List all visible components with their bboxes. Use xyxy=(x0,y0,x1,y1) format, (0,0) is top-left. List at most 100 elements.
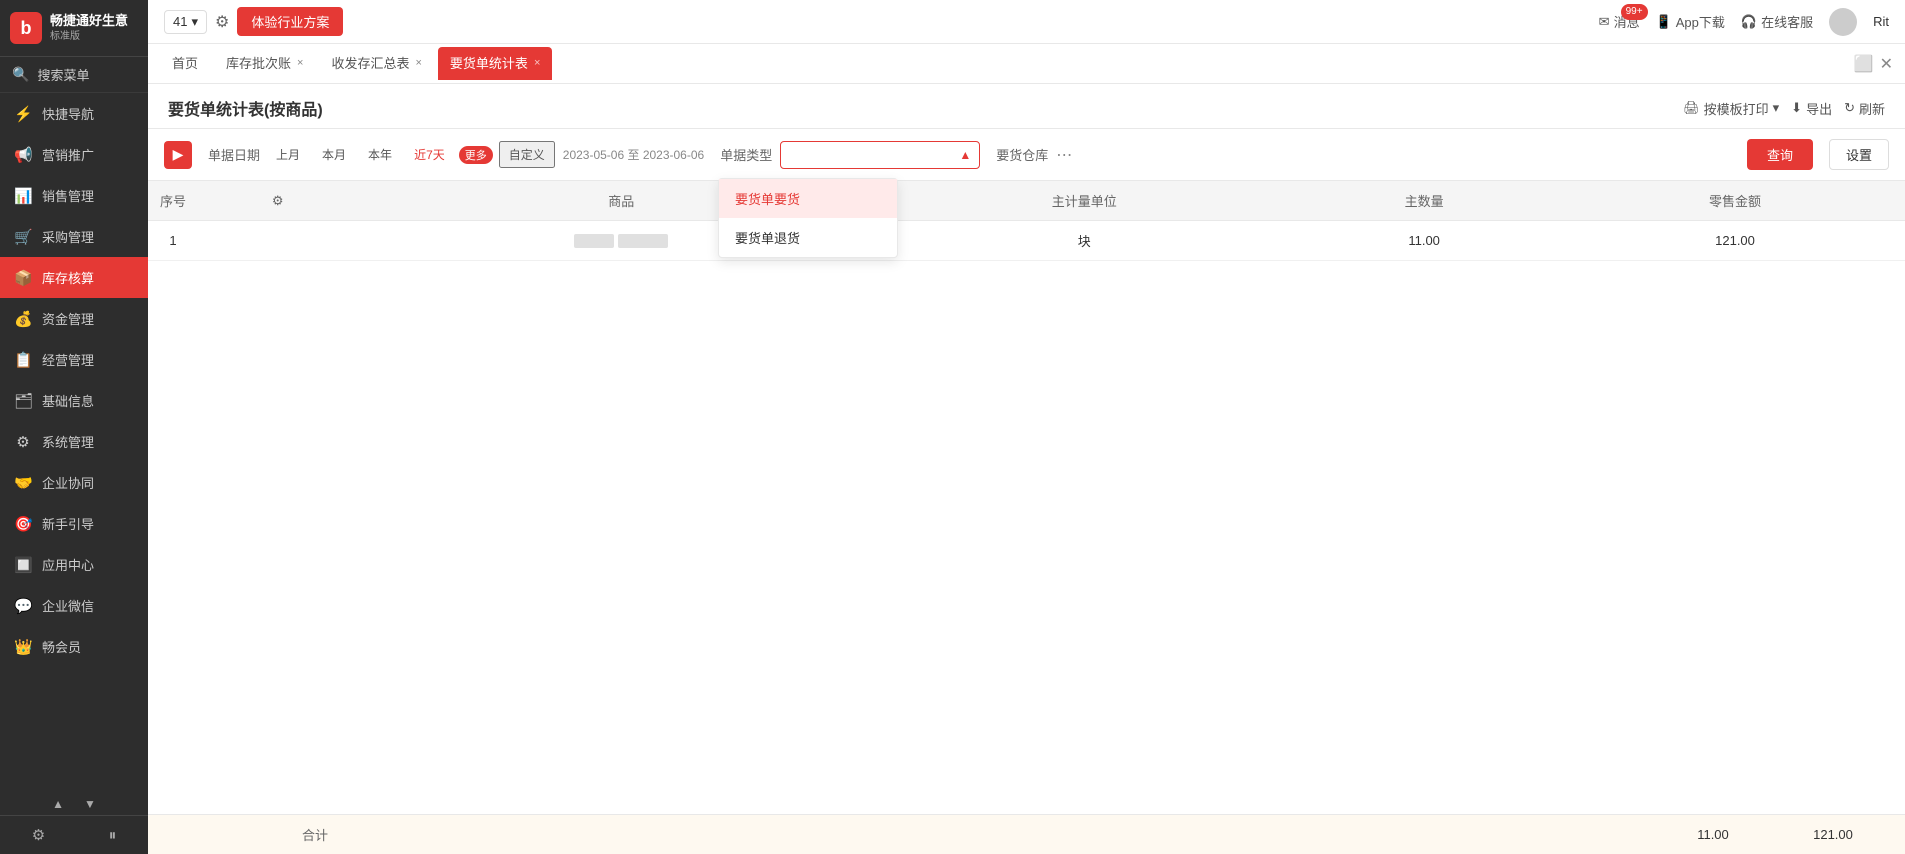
type-filter-group: 单据类型 ▲ xyxy=(720,141,980,169)
tab-home[interactable]: 首页 xyxy=(160,47,210,80)
tab-inventory-batch[interactable]: 库存批次账 × xyxy=(214,47,315,80)
sidebar-item-label: 营销推广 xyxy=(42,145,94,164)
refresh-btn[interactable]: ↻ 刷新 xyxy=(1844,99,1885,118)
date-btn-near7days[interactable]: 近7天 xyxy=(406,143,453,166)
export-btn[interactable]: ⬇ 导出 xyxy=(1791,99,1832,118)
tab-collect-summary[interactable]: 收发存汇总表 × xyxy=(319,47,433,80)
dropdown-item-order-return[interactable]: 要货单退货 xyxy=(719,218,897,257)
table-wrapper: 序号 ⚙ 商品 主计量单位 主数量 零售金额 1 xyxy=(148,181,1905,814)
product-placeholder-1 xyxy=(574,234,614,248)
product-placeholder-2 xyxy=(618,234,668,248)
basic-icon: 🗂 xyxy=(14,392,32,410)
footer-label: 合计 xyxy=(290,825,340,844)
expand-icon: ▶ xyxy=(173,146,184,163)
search-menu[interactable]: 🔍 搜索菜单 xyxy=(0,57,148,93)
msg-icon: ✉ xyxy=(1599,14,1610,30)
warehouse-more-icon[interactable]: ⋯ xyxy=(1056,145,1072,165)
sidebar-item-cooperation[interactable]: 🤝 企业协同 xyxy=(0,462,148,503)
msg-badge: 99+ xyxy=(1621,4,1648,20)
sidebar-item-label: 应用中心 xyxy=(42,555,94,574)
store-selector[interactable]: 41 ▾ xyxy=(164,10,207,34)
user-avatar[interactable] xyxy=(1829,8,1857,36)
sidebar-item-label: 快捷导航 xyxy=(42,104,94,123)
tabs-close-all-icon[interactable]: ✕ xyxy=(1880,54,1893,74)
date-btn-this-month[interactable]: 本月 xyxy=(314,143,354,166)
sidebar-scroll-down[interactable]: ▼ xyxy=(84,797,96,811)
print-btn[interactable]: 🖨 按模板打印 ▾ xyxy=(1683,99,1779,118)
date-btn-this-year[interactable]: 本年 xyxy=(360,143,400,166)
sidebar-item-member[interactable]: 👑 畅会员 xyxy=(0,626,148,667)
sidebar-item-label: 采购管理 xyxy=(42,227,94,246)
filter-expand-btn[interactable]: ▶ xyxy=(164,141,192,169)
export-icon: ⬇ xyxy=(1791,100,1802,116)
sidebar-item-quick-nav[interactable]: ⚡ 快捷导航 xyxy=(0,93,148,134)
sidebar-item-label: 畅会员 xyxy=(42,637,81,656)
page-content: 要货单统计表(按商品) 🖨 按模板打印 ▾ ⬇ 导出 ↻ 刷新 xyxy=(148,84,1905,854)
type-select-value xyxy=(789,146,951,164)
sidebar-item-label: 基础信息 xyxy=(42,391,94,410)
app-download-btn[interactable]: 📱 App下载 xyxy=(1656,12,1725,31)
col-gear[interactable]: ⚙ xyxy=(198,181,357,221)
trial-btn[interactable]: 体验行业方案 xyxy=(237,7,343,36)
type-select-input[interactable]: ▲ xyxy=(780,141,980,169)
sidebar-item-system[interactable]: ⚙ 系统管理 xyxy=(0,421,148,462)
app-logo-text: 畅捷通好生意 标准版 xyxy=(50,13,128,43)
sidebar-item-marketing[interactable]: 📢 营销推广 xyxy=(0,134,148,175)
tab-collect-summary-close[interactable]: × xyxy=(415,57,421,69)
date-more-badge[interactable]: 更多 xyxy=(459,146,493,164)
sidebar: b 畅捷通好生意 标准版 🔍 搜索菜单 ⚡ 快捷导航 📢 营销推广 📊 销售管理… xyxy=(0,0,148,854)
col-unit: 主计量单位 xyxy=(885,181,1283,221)
date-filter-group: 单据日期 上月 本月 本年 近7天 更多 自定义 2023-05-06 至 20… xyxy=(208,141,704,168)
sidebar-item-apps[interactable]: 🔲 应用中心 xyxy=(0,544,148,585)
phone-icon: 📱 xyxy=(1656,14,1672,30)
type-select[interactable]: ▲ xyxy=(780,141,980,169)
sidebar-item-wechat[interactable]: 💬 企业微信 xyxy=(0,585,148,626)
service-label: 在线客服 xyxy=(1761,12,1813,31)
tab-inventory-batch-close[interactable]: × xyxy=(297,57,303,69)
tabs-maximize-icon[interactable]: ⬜ xyxy=(1854,54,1874,74)
print-chevron-icon: ▾ xyxy=(1773,100,1780,116)
sidebar-item-label: 经营管理 xyxy=(42,350,94,369)
sidebar-item-inventory[interactable]: 📦 库存核算 xyxy=(0,257,148,298)
inventory-icon: 📦 xyxy=(14,269,32,287)
sidebar-item-basic[interactable]: 🗂 基础信息 xyxy=(0,380,148,421)
system-icon: ⚙ xyxy=(14,433,32,451)
main-area: 41 ▾ ⚙ 体验行业方案 ✉ 消息 99+ 📱 App下载 🎧 在线客服 Ri… xyxy=(148,0,1905,854)
sidebar-item-finance[interactable]: 💰 资金管理 xyxy=(0,298,148,339)
sidebar-nav: ⚡ 快捷导航 📢 营销推广 📊 销售管理 🛒 采购管理 📦 库存核算 💰 资金管… xyxy=(0,93,148,793)
app-label: App下载 xyxy=(1676,12,1725,31)
tab-order-stats-close[interactable]: × xyxy=(534,57,540,69)
sidebar-item-operation[interactable]: 📋 经营管理 xyxy=(0,339,148,380)
date-btn-custom[interactable]: 自定义 xyxy=(499,141,555,168)
headset-icon: 🎧 xyxy=(1741,14,1757,30)
app-title: 畅捷通好生意 xyxy=(50,13,128,30)
sidebar-collapse-btn[interactable]: ⏸ xyxy=(109,827,117,844)
service-btn[interactable]: 🎧 在线客服 xyxy=(1741,12,1813,31)
date-range-display: 2023-05-06 至 2023-06-06 xyxy=(563,146,704,163)
dropdown-item-order-purchase[interactable]: 要货单要货 xyxy=(719,179,897,218)
tab-order-stats[interactable]: 要货单统计表 × xyxy=(438,47,552,80)
tab-order-stats-label: 要货单统计表 xyxy=(450,53,528,72)
sales-icon: 📊 xyxy=(14,187,32,205)
col-seq: 序号 xyxy=(148,181,198,221)
type-select-arrow-up: ▲ xyxy=(959,148,971,162)
col-amount: 零售金额 xyxy=(1565,181,1905,221)
wechat-icon: 💬 xyxy=(14,597,32,615)
query-btn[interactable]: 查询 xyxy=(1747,139,1813,170)
search-icon: 🔍 xyxy=(12,66,29,83)
sidebar-item-purchase[interactable]: 🛒 采购管理 xyxy=(0,216,148,257)
tab-collect-summary-label: 收发存汇总表 xyxy=(331,53,409,72)
date-btn-last-month[interactable]: 上月 xyxy=(268,143,308,166)
msg-btn[interactable]: ✉ 消息 99+ xyxy=(1599,12,1640,31)
purchase-icon: 🛒 xyxy=(14,228,32,246)
sidebar-scroll-up[interactable]: ▲ xyxy=(52,797,64,811)
store-num: 41 xyxy=(173,14,187,29)
chevron-down-icon: ▾ xyxy=(191,14,198,30)
topbar-gear-icon[interactable]: ⚙ xyxy=(215,12,229,32)
sidebar-item-guide[interactable]: 🎯 新手引导 xyxy=(0,503,148,544)
sidebar-item-sales[interactable]: 📊 销售管理 xyxy=(0,175,148,216)
sidebar-settings-btn[interactable]: ⚙ xyxy=(32,826,45,844)
footer-total-amount: 121.00 xyxy=(1773,827,1893,842)
filter-settings-btn[interactable]: 设置 xyxy=(1829,139,1889,170)
data-table: 序号 ⚙ 商品 主计量单位 主数量 零售金额 1 xyxy=(148,181,1905,261)
